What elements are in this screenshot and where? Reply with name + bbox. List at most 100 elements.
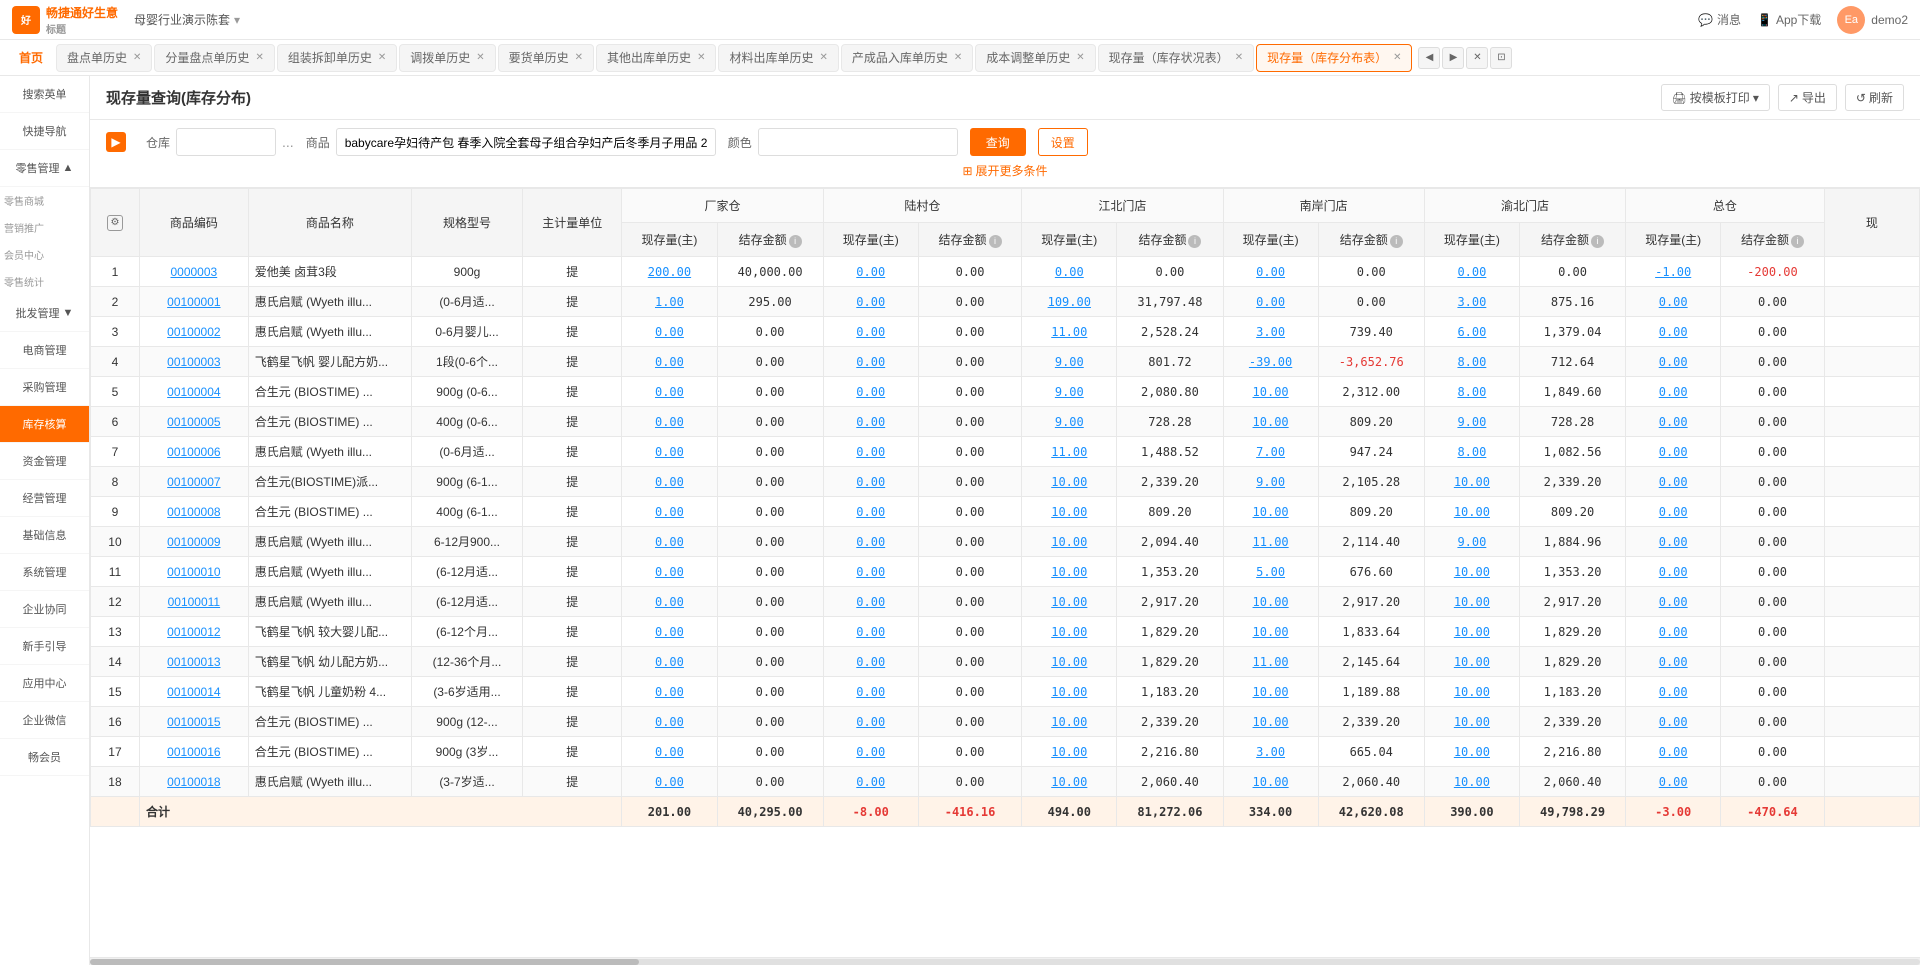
cell-yubei-qty[interactable]: 8.00 bbox=[1424, 377, 1519, 407]
cell-lucun-qty[interactable]: 0.00 bbox=[823, 647, 918, 677]
cell-jiangbei-qty[interactable]: 10.00 bbox=[1022, 677, 1117, 707]
cell-code[interactable]: 00100007 bbox=[139, 467, 248, 497]
cell-nanan-qty[interactable]: 3.00 bbox=[1223, 737, 1318, 767]
cell-lucun-qty[interactable]: 0.00 bbox=[823, 437, 918, 467]
sidebar-item-basic[interactable]: 基础信息 bbox=[0, 517, 89, 554]
cell-factory-qty[interactable]: 0.00 bbox=[622, 377, 717, 407]
cell-code[interactable]: 00100010 bbox=[139, 557, 248, 587]
cell-factory-qty[interactable]: 1.00 bbox=[622, 287, 717, 317]
tab-t6[interactable]: 其他出库单历史 ✕ bbox=[596, 44, 716, 72]
cell-total-qty[interactable]: 0.00 bbox=[1626, 347, 1721, 377]
tab-t9[interactable]: 成本调整单历史 ✕ bbox=[975, 44, 1095, 72]
cell-yubei-qty[interactable]: 10.00 bbox=[1424, 677, 1519, 707]
sidebar-item-search[interactable]: 搜索英单 bbox=[0, 76, 89, 113]
cell-code[interactable]: 00100006 bbox=[139, 437, 248, 467]
tab-t11-close-icon[interactable]: ✕ bbox=[1393, 52, 1401, 63]
cell-jiangbei-qty[interactable]: 10.00 bbox=[1022, 707, 1117, 737]
cell-yubei-qty[interactable]: 6.00 bbox=[1424, 317, 1519, 347]
cell-jiangbei-qty[interactable]: 10.00 bbox=[1022, 527, 1117, 557]
cell-lucun-qty[interactable]: 0.00 bbox=[823, 737, 918, 767]
settings-button[interactable]: 设置 bbox=[1038, 128, 1088, 156]
cell-jiangbei-qty[interactable]: 9.00 bbox=[1022, 347, 1117, 377]
sidebar-sub-retail-stats[interactable]: 零售统计 bbox=[0, 268, 89, 295]
cell-jiangbei-qty[interactable]: 11.00 bbox=[1022, 437, 1117, 467]
cell-nanan-qty[interactable]: 10.00 bbox=[1223, 407, 1318, 437]
sidebar-item-system[interactable]: 系统管理 bbox=[0, 554, 89, 591]
cell-nanan-qty[interactable]: 0.00 bbox=[1223, 287, 1318, 317]
cell-nanan-qty[interactable]: 9.00 bbox=[1223, 467, 1318, 497]
cell-nanan-qty[interactable]: 10.00 bbox=[1223, 497, 1318, 527]
factory-amt-info-icon[interactable]: i bbox=[789, 235, 802, 248]
cell-total-qty[interactable]: 0.00 bbox=[1626, 527, 1721, 557]
cell-yubei-qty[interactable]: 10.00 bbox=[1424, 737, 1519, 767]
color-input[interactable] bbox=[758, 128, 958, 156]
cell-yubei-qty[interactable]: 8.00 bbox=[1424, 437, 1519, 467]
sidebar-sub-marketing[interactable]: 营销推广 bbox=[0, 214, 89, 241]
cell-code[interactable]: 00100018 bbox=[139, 767, 248, 797]
cell-jiangbei-qty[interactable]: 10.00 bbox=[1022, 647, 1117, 677]
cell-lucun-qty[interactable]: 0.00 bbox=[823, 497, 918, 527]
tab-t3-close-icon[interactable]: ✕ bbox=[378, 52, 386, 63]
jiangbei-amt-info-icon[interactable]: i bbox=[1188, 235, 1201, 248]
cell-lucun-qty[interactable]: 0.00 bbox=[823, 347, 918, 377]
cell-total-qty[interactable]: 0.00 bbox=[1626, 437, 1721, 467]
cell-yubei-qty[interactable]: 10.00 bbox=[1424, 767, 1519, 797]
cell-yubei-qty[interactable]: 10.00 bbox=[1424, 497, 1519, 527]
cell-nanan-qty[interactable]: 10.00 bbox=[1223, 617, 1318, 647]
sidebar-item-inventory[interactable]: 库存核算 bbox=[0, 406, 89, 443]
cell-nanan-qty[interactable]: 10.00 bbox=[1223, 707, 1318, 737]
cell-total-qty[interactable]: 0.00 bbox=[1626, 287, 1721, 317]
cell-code[interactable]: 00100015 bbox=[139, 707, 248, 737]
cell-jiangbei-qty[interactable]: 10.00 bbox=[1022, 557, 1117, 587]
cell-factory-qty[interactable]: 0.00 bbox=[622, 347, 717, 377]
tab-t7[interactable]: 材料出库单历史 ✕ bbox=[718, 44, 838, 72]
total-amt-info-icon[interactable]: i bbox=[1791, 235, 1804, 248]
industry-selector[interactable]: 母婴行业演示陈套 ▾ bbox=[134, 11, 240, 28]
tab-nav-prev[interactable]: ◀ bbox=[1418, 47, 1440, 69]
cell-yubei-qty[interactable]: 10.00 bbox=[1424, 617, 1519, 647]
cell-yubei-qty[interactable]: 10.00 bbox=[1424, 587, 1519, 617]
cell-nanan-qty[interactable]: 10.00 bbox=[1223, 677, 1318, 707]
cell-total-qty[interactable]: 0.00 bbox=[1626, 377, 1721, 407]
sidebar-item-wechat[interactable]: 企业微信 bbox=[0, 702, 89, 739]
cell-total-qty[interactable]: 0.00 bbox=[1626, 407, 1721, 437]
cell-yubei-qty[interactable]: 10.00 bbox=[1424, 467, 1519, 497]
cell-jiangbei-qty[interactable]: 9.00 bbox=[1022, 407, 1117, 437]
tab-t10[interactable]: 现存量（库存状况表） ✕ bbox=[1098, 44, 1254, 72]
cell-code[interactable]: 00100014 bbox=[139, 677, 248, 707]
cell-factory-qty[interactable]: 0.00 bbox=[622, 767, 717, 797]
cell-lucun-qty[interactable]: 0.00 bbox=[823, 317, 918, 347]
cell-total-qty[interactable]: 0.00 bbox=[1626, 317, 1721, 347]
cell-factory-qty[interactable]: 200.00 bbox=[622, 257, 717, 287]
message-btn[interactable]: 💬 消息 bbox=[1698, 11, 1741, 28]
tab-t7-close-icon[interactable]: ✕ bbox=[819, 52, 827, 63]
cell-nanan-qty[interactable]: 0.00 bbox=[1223, 257, 1318, 287]
sidebar-item-wholesale[interactable]: 批发管理 ▼ bbox=[0, 295, 89, 332]
app-download-btn[interactable]: 📱 App下载 bbox=[1757, 11, 1821, 28]
query-button[interactable]: 查询 bbox=[970, 128, 1026, 156]
cell-nanan-qty[interactable]: 7.00 bbox=[1223, 437, 1318, 467]
print-button[interactable]: 🖨 按模板打印 ▾ bbox=[1661, 84, 1770, 111]
cell-factory-qty[interactable]: 0.00 bbox=[622, 407, 717, 437]
cell-factory-qty[interactable]: 0.00 bbox=[622, 617, 717, 647]
tab-nav-next[interactable]: ▶ bbox=[1442, 47, 1464, 69]
cell-jiangbei-qty[interactable]: 10.00 bbox=[1022, 767, 1117, 797]
cell-code[interactable]: 00100016 bbox=[139, 737, 248, 767]
cell-total-qty[interactable]: 0.00 bbox=[1626, 617, 1721, 647]
sidebar-item-guide[interactable]: 新手引导 bbox=[0, 628, 89, 665]
cell-factory-qty[interactable]: 0.00 bbox=[622, 437, 717, 467]
export-button[interactable]: ↗ 导出 bbox=[1778, 84, 1837, 111]
cell-code[interactable]: 00100004 bbox=[139, 377, 248, 407]
cell-total-qty[interactable]: 0.00 bbox=[1626, 557, 1721, 587]
sidebar-item-ecommerce[interactable]: 电商管理 bbox=[0, 332, 89, 369]
cell-nanan-qty[interactable]: 10.00 bbox=[1223, 587, 1318, 617]
tab-nav-expand[interactable]: ⊡ bbox=[1490, 47, 1512, 69]
tab-t5-close-icon[interactable]: ✕ bbox=[575, 52, 583, 63]
cell-yubei-qty[interactable]: 10.00 bbox=[1424, 707, 1519, 737]
yubei-amt-info-icon[interactable]: i bbox=[1591, 235, 1604, 248]
sidebar-item-finance[interactable]: 资金管理 bbox=[0, 443, 89, 480]
table-scroll[interactable]: ⚙ 商品编码 商品名称 规格型号 主计量单位 厂家仓 陆村仓 江北门店 南岸门店… bbox=[90, 188, 1920, 957]
cell-lucun-qty[interactable]: 0.00 bbox=[823, 617, 918, 647]
cell-total-qty[interactable]: 0.00 bbox=[1626, 587, 1721, 617]
sidebar-item-enterprise[interactable]: 企业协同 bbox=[0, 591, 89, 628]
